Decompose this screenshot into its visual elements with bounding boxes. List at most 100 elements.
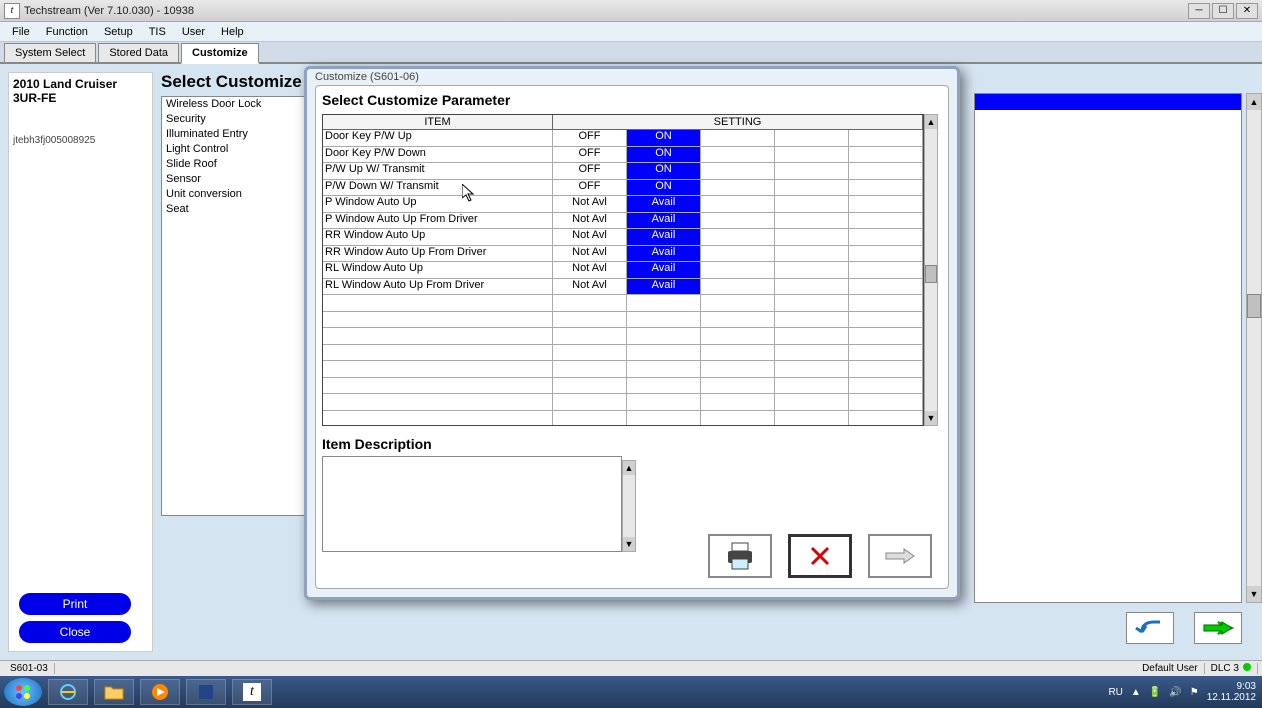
- setting-option[interactable]: [701, 147, 775, 163]
- tab-stored-data[interactable]: Stored Data: [98, 43, 179, 62]
- print-dialog-button[interactable]: [708, 534, 772, 578]
- back-button[interactable]: [1126, 612, 1174, 644]
- start-button[interactable]: [4, 678, 42, 706]
- next-dialog-button[interactable]: [868, 534, 932, 578]
- parameter-row[interactable]: RL Window Auto UpNot AvlAvail: [323, 262, 923, 279]
- setting-option[interactable]: [701, 262, 775, 278]
- menu-tis[interactable]: TIS: [141, 24, 174, 40]
- setting-option[interactable]: [775, 196, 849, 212]
- scroll-down-icon[interactable]: ▼: [925, 411, 937, 425]
- category-item[interactable]: Security: [162, 112, 310, 127]
- category-item[interactable]: Light Control: [162, 142, 310, 157]
- setting-option[interactable]: OFF: [553, 147, 627, 163]
- setting-option[interactable]: [775, 246, 849, 262]
- setting-option[interactable]: [849, 196, 923, 212]
- category-item[interactable]: Seat: [162, 202, 310, 217]
- taskbar-techstream[interactable]: t: [232, 679, 272, 705]
- scroll-up-icon[interactable]: ▲: [623, 461, 635, 475]
- setting-option[interactable]: Avail: [627, 213, 701, 229]
- setting-option[interactable]: [849, 229, 923, 245]
- setting-option[interactable]: OFF: [553, 130, 627, 146]
- setting-option[interactable]: [775, 130, 849, 146]
- parameter-row[interactable]: P Window Auto UpNot AvlAvail: [323, 196, 923, 213]
- menu-user[interactable]: User: [174, 24, 213, 40]
- parameter-row[interactable]: RL Window Auto Up From DriverNot AvlAvai…: [323, 279, 923, 296]
- setting-option[interactable]: [849, 130, 923, 146]
- menu-file[interactable]: File: [4, 24, 38, 40]
- ecu-scrollbar[interactable]: ▲ ▼: [1246, 93, 1262, 603]
- setting-option[interactable]: Avail: [627, 246, 701, 262]
- cancel-dialog-button[interactable]: [788, 534, 852, 578]
- setting-option[interactable]: [701, 130, 775, 146]
- maximize-button[interactable]: ☐: [1212, 3, 1234, 19]
- taskbar-ie[interactable]: [48, 679, 88, 705]
- scroll-thumb[interactable]: [925, 265, 937, 283]
- parameter-row[interactable]: RR Window Auto UpNot AvlAvail: [323, 229, 923, 246]
- tray-clock[interactable]: 9:03 12.11.2012: [1207, 681, 1256, 703]
- scroll-down-icon[interactable]: ▼: [623, 537, 635, 551]
- scroll-thumb[interactable]: [1247, 294, 1261, 318]
- category-item[interactable]: Slide Roof: [162, 157, 310, 172]
- taskbar-app1[interactable]: [186, 679, 226, 705]
- setting-option[interactable]: [849, 262, 923, 278]
- setting-option[interactable]: [775, 163, 849, 179]
- setting-option[interactable]: ON: [627, 130, 701, 146]
- tray-flag-icon[interactable]: ⚑: [1190, 687, 1199, 698]
- setting-option[interactable]: [701, 196, 775, 212]
- tray-battery-icon[interactable]: 🔋: [1149, 687, 1161, 698]
- setting-option[interactable]: [701, 163, 775, 179]
- parameter-row[interactable]: Door Key P/W UpOFFON: [323, 130, 923, 147]
- parameter-row[interactable]: Door Key P/W DownOFFON: [323, 147, 923, 164]
- setting-option[interactable]: [849, 279, 923, 295]
- setting-option[interactable]: Not Avl: [553, 213, 627, 229]
- setting-option[interactable]: [701, 180, 775, 196]
- scroll-up-icon[interactable]: ▲: [925, 115, 937, 129]
- setting-option[interactable]: Not Avl: [553, 262, 627, 278]
- grid-scrollbar[interactable]: ▲ ▼: [924, 114, 938, 426]
- setting-option[interactable]: [701, 213, 775, 229]
- scroll-up-icon[interactable]: ▲: [1247, 94, 1261, 110]
- scroll-down-icon[interactable]: ▼: [1247, 586, 1261, 602]
- setting-option[interactable]: [775, 180, 849, 196]
- setting-option[interactable]: [849, 147, 923, 163]
- menu-function[interactable]: Function: [38, 24, 96, 40]
- category-item[interactable]: Wireless Door Lock: [162, 97, 310, 112]
- tab-customize[interactable]: Customize: [181, 43, 259, 64]
- tray-show-hidden-icon[interactable]: ▲: [1131, 687, 1141, 698]
- category-item[interactable]: Illuminated Entry: [162, 127, 310, 142]
- setting-option[interactable]: [701, 279, 775, 295]
- category-item[interactable]: Sensor: [162, 172, 310, 187]
- setting-option[interactable]: Not Avl: [553, 229, 627, 245]
- tray-volume-icon[interactable]: 🔊: [1169, 687, 1181, 698]
- category-item[interactable]: Unit conversion: [162, 187, 310, 202]
- setting-option[interactable]: [849, 163, 923, 179]
- description-scrollbar[interactable]: ▲ ▼: [622, 460, 636, 552]
- setting-option[interactable]: [701, 246, 775, 262]
- setting-option[interactable]: [775, 279, 849, 295]
- setting-option[interactable]: Not Avl: [553, 196, 627, 212]
- minimize-button[interactable]: ─: [1188, 3, 1210, 19]
- tab-system-select[interactable]: System Select: [4, 43, 96, 62]
- setting-option[interactable]: OFF: [553, 163, 627, 179]
- parameter-row[interactable]: P/W Down W/ TransmitOFFON: [323, 180, 923, 197]
- menu-help[interactable]: Help: [213, 24, 252, 40]
- setting-option[interactable]: [849, 180, 923, 196]
- close-page-button[interactable]: Close: [19, 621, 131, 643]
- next-button[interactable]: [1194, 612, 1242, 644]
- setting-option[interactable]: Avail: [627, 229, 701, 245]
- tray-lang[interactable]: RU: [1108, 687, 1122, 698]
- setting-option[interactable]: Avail: [627, 262, 701, 278]
- menu-setup[interactable]: Setup: [96, 24, 141, 40]
- taskbar-explorer[interactable]: [94, 679, 134, 705]
- setting-option[interactable]: Avail: [627, 279, 701, 295]
- setting-option[interactable]: [849, 246, 923, 262]
- setting-option[interactable]: [701, 229, 775, 245]
- parameter-row[interactable]: P Window Auto Up From DriverNot AvlAvail: [323, 213, 923, 230]
- setting-option[interactable]: Not Avl: [553, 279, 627, 295]
- print-button[interactable]: Print: [19, 593, 131, 615]
- parameter-row[interactable]: RR Window Auto Up From DriverNot AvlAvai…: [323, 246, 923, 263]
- setting-option[interactable]: ON: [627, 180, 701, 196]
- setting-option[interactable]: [775, 213, 849, 229]
- parameter-row[interactable]: P/W Up W/ TransmitOFFON: [323, 163, 923, 180]
- close-button[interactable]: ✕: [1236, 3, 1258, 19]
